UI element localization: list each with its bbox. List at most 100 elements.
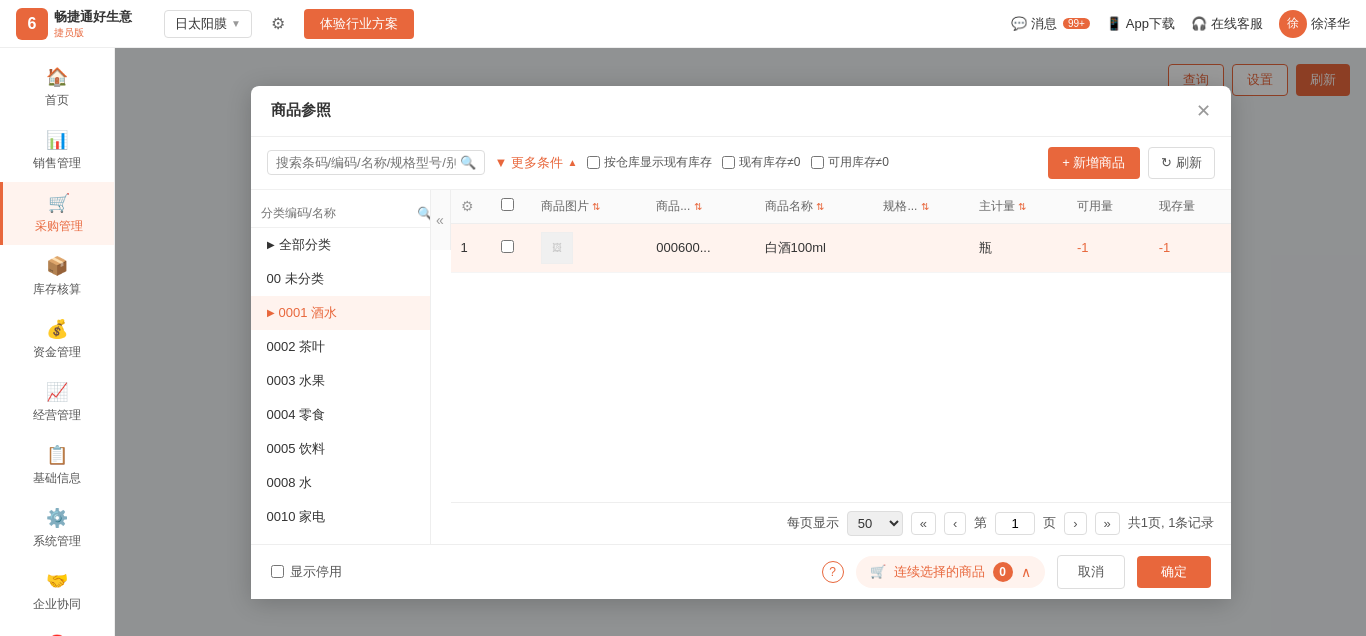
table-scroll[interactable]: ⚙ 商品图片 ⇅ bbox=[451, 190, 1231, 502]
cat-item-liquor[interactable]: ▶ 0001 酒水 bbox=[251, 296, 430, 330]
cart-icon: 🛒 bbox=[870, 564, 886, 579]
cat-search-icon[interactable]: 🔍 bbox=[417, 206, 431, 221]
sort-unit-icon[interactable]: ⇅ bbox=[1018, 201, 1026, 212]
cat-sidebar-wrapper: 🔍 ▶ 全部分类 00 未分类 ▶ 0001 酒水 bbox=[251, 190, 451, 544]
help-icon[interactable]: ? bbox=[822, 561, 844, 583]
logo-area: 6 畅捷通好生意 捷员版 bbox=[16, 8, 132, 40]
cat-search-wrap[interactable]: 🔍 bbox=[251, 200, 430, 228]
expand-arrow-icon: ▶ bbox=[267, 239, 275, 250]
td-spec bbox=[873, 223, 968, 272]
modal-title: 商品参照 bbox=[271, 101, 331, 120]
chevron-up-icon: ▲ bbox=[567, 157, 577, 168]
next-page-btn[interactable]: › bbox=[1064, 512, 1086, 535]
sidebar-item-purchase[interactable]: 🛒 采购管理 bbox=[0, 182, 114, 245]
th-checkbox bbox=[491, 190, 531, 224]
main-layout: 🏠 首页 📊 销售管理 🛒 采购管理 📦 库存核算 💰 资金管理 📈 经营管理 … bbox=[0, 48, 1366, 636]
td-checkbox[interactable] bbox=[491, 223, 531, 272]
cat-item-appliance[interactable]: 0010 家电 bbox=[251, 500, 430, 534]
search-icon[interactable]: 🔍 bbox=[460, 155, 476, 170]
table-area: ⚙ 商品图片 ⇅ bbox=[451, 190, 1231, 544]
sidebar-item-basic-info[interactable]: 📋 基础信息 bbox=[0, 434, 114, 497]
sidebar-item-guide[interactable]: 🎯 新手引导 bbox=[0, 623, 114, 636]
config-icon[interactable]: ⚙ bbox=[461, 198, 474, 214]
product-reference-modal: 商品参照 ✕ 🔍 ▼ 更多条件 ▲ 按仓 bbox=[251, 86, 1231, 599]
finance-icon: 💰 bbox=[46, 318, 68, 340]
sidebar-item-enterprise[interactable]: 🤝 企业协同 bbox=[0, 560, 114, 623]
page-number-input[interactable] bbox=[995, 512, 1035, 535]
sidebar-item-system[interactable]: ⚙️ 系统管理 bbox=[0, 497, 114, 560]
settings-icon[interactable]: ⚙ bbox=[264, 10, 292, 38]
cat-item-all[interactable]: ▶ 全部分类 bbox=[251, 228, 430, 262]
cat-item-beverage[interactable]: 0005 饮料 bbox=[251, 432, 430, 466]
cat-item-snack[interactable]: 0004 零食 bbox=[251, 398, 430, 432]
td-available: -1 bbox=[1067, 223, 1149, 272]
last-page-btn[interactable]: » bbox=[1095, 512, 1120, 535]
search-input[interactable] bbox=[276, 155, 456, 170]
sort-image-icon[interactable]: ⇅ bbox=[592, 201, 600, 212]
sidebar-item-inventory[interactable]: 📦 库存核算 bbox=[0, 245, 114, 308]
modal-overlay: 商品参照 ✕ 🔍 ▼ 更多条件 ▲ 按仓 bbox=[115, 48, 1366, 636]
message-icon: 💬 bbox=[1011, 16, 1027, 31]
enterprise-icon: 🤝 bbox=[46, 570, 68, 592]
sidebar: 🏠 首页 📊 销售管理 🛒 采购管理 📦 库存核算 💰 资金管理 📈 经营管理 … bbox=[0, 48, 115, 636]
brand-text: 畅捷通好生意 捷员版 bbox=[54, 8, 132, 40]
th-code: 商品... ⇅ bbox=[646, 190, 754, 224]
filter-more-btn[interactable]: ▼ 更多条件 ▲ bbox=[495, 154, 578, 172]
prev-page-btn[interactable]: ‹ bbox=[944, 512, 966, 535]
stock-ne0-checkbox[interactable]: 现有库存≠0 bbox=[722, 154, 800, 171]
select-all-checkbox[interactable] bbox=[501, 198, 514, 211]
store-selector[interactable]: 日太阳膜 ▼ bbox=[164, 10, 252, 38]
experience-btn[interactable]: 体验行业方案 bbox=[304, 9, 414, 39]
table-row[interactable]: 1 🖼 000600... 白酒100ml 瓶 bbox=[451, 223, 1231, 272]
refresh-btn[interactable]: ↻ 刷新 bbox=[1148, 147, 1215, 179]
modal-body: 🔍 ▶ 全部分类 00 未分类 ▶ 0001 酒水 bbox=[251, 190, 1231, 544]
cat-item-unsorted[interactable]: 00 未分类 bbox=[251, 262, 430, 296]
message-btn[interactable]: 💬 消息 99+ bbox=[1011, 15, 1090, 33]
show-disabled-label[interactable]: 显示停用 bbox=[271, 563, 342, 581]
basic-info-icon: 📋 bbox=[46, 444, 68, 466]
sort-name-icon[interactable]: ⇅ bbox=[816, 201, 824, 212]
user-profile[interactable]: 徐 徐泽华 bbox=[1279, 10, 1350, 38]
th-current-stock: 现存量 bbox=[1149, 190, 1231, 224]
toolbar-right: + 新增商品 ↻ 刷新 bbox=[1048, 147, 1214, 179]
product-table: ⚙ 商品图片 ⇅ bbox=[451, 190, 1231, 273]
sidebar-item-home[interactable]: 🏠 首页 bbox=[0, 56, 114, 119]
app-download-btn[interactable]: 📱 App下载 bbox=[1106, 15, 1175, 33]
th-config: ⚙ bbox=[451, 190, 491, 224]
warehouse-stock-checkbox[interactable]: 按仓库显示现有库存 bbox=[587, 154, 712, 171]
th-spec: 规格... ⇅ bbox=[873, 190, 968, 224]
show-disabled-checkbox[interactable] bbox=[271, 565, 284, 578]
available-ne0-checkbox[interactable]: 可用库存≠0 bbox=[811, 154, 889, 171]
td-current-stock: -1 bbox=[1149, 223, 1231, 272]
modal-footer: 显示停用 ? 🛒 连续选择的商品 0 ∧ 取消 bbox=[251, 544, 1231, 599]
cancel-btn[interactable]: 取消 bbox=[1057, 555, 1125, 589]
cart-summary: 🛒 连续选择的商品 0 ∧ bbox=[856, 556, 1045, 588]
table-header-row: ⚙ 商品图片 ⇅ bbox=[451, 190, 1231, 224]
sidebar-item-business[interactable]: 📈 经营管理 bbox=[0, 371, 114, 434]
td-image: 🖼 bbox=[531, 223, 647, 272]
cat-search-input[interactable] bbox=[261, 206, 411, 220]
confirm-btn[interactable]: 确定 bbox=[1137, 556, 1211, 588]
top-navigation: 6 畅捷通好生意 捷员版 日太阳膜 ▼ ⚙ 体验行业方案 💬 消息 99+ 📱 … bbox=[0, 0, 1366, 48]
first-page-btn[interactable]: « bbox=[911, 512, 936, 535]
cat-item-fruit[interactable]: 0003 水果 bbox=[251, 364, 430, 398]
cat-item-tea[interactable]: 0002 茶叶 bbox=[251, 330, 430, 364]
td-name: 白酒100ml bbox=[755, 223, 874, 272]
inventory-icon: 📦 bbox=[46, 255, 68, 277]
cart-collapse-btn[interactable]: ∧ bbox=[1021, 564, 1031, 580]
cat-item-water[interactable]: 0008 水 bbox=[251, 466, 430, 500]
page-size-select[interactable]: 50 10 20 100 bbox=[847, 511, 903, 536]
th-available: 可用量 bbox=[1067, 190, 1149, 224]
sidebar-item-finance[interactable]: 💰 资金管理 bbox=[0, 308, 114, 371]
modal-close-btn[interactable]: ✕ bbox=[1196, 100, 1211, 122]
search-input-wrap[interactable]: 🔍 bbox=[267, 150, 485, 175]
sort-spec-icon[interactable]: ⇅ bbox=[921, 201, 929, 212]
online-service-btn[interactable]: 🎧 在线客服 bbox=[1191, 15, 1263, 33]
collapse-sidebar-btn[interactable]: « bbox=[431, 190, 451, 250]
modal-toolbar: 🔍 ▼ 更多条件 ▲ 按仓库显示现有库存 现有库存≠0 bbox=[251, 137, 1231, 190]
add-product-btn[interactable]: + 新增商品 bbox=[1048, 147, 1139, 179]
td-num: 1 bbox=[451, 223, 491, 272]
sidebar-item-sales[interactable]: 📊 销售管理 bbox=[0, 119, 114, 182]
sort-code-icon[interactable]: ⇅ bbox=[694, 201, 702, 212]
system-icon: ⚙️ bbox=[46, 507, 68, 529]
